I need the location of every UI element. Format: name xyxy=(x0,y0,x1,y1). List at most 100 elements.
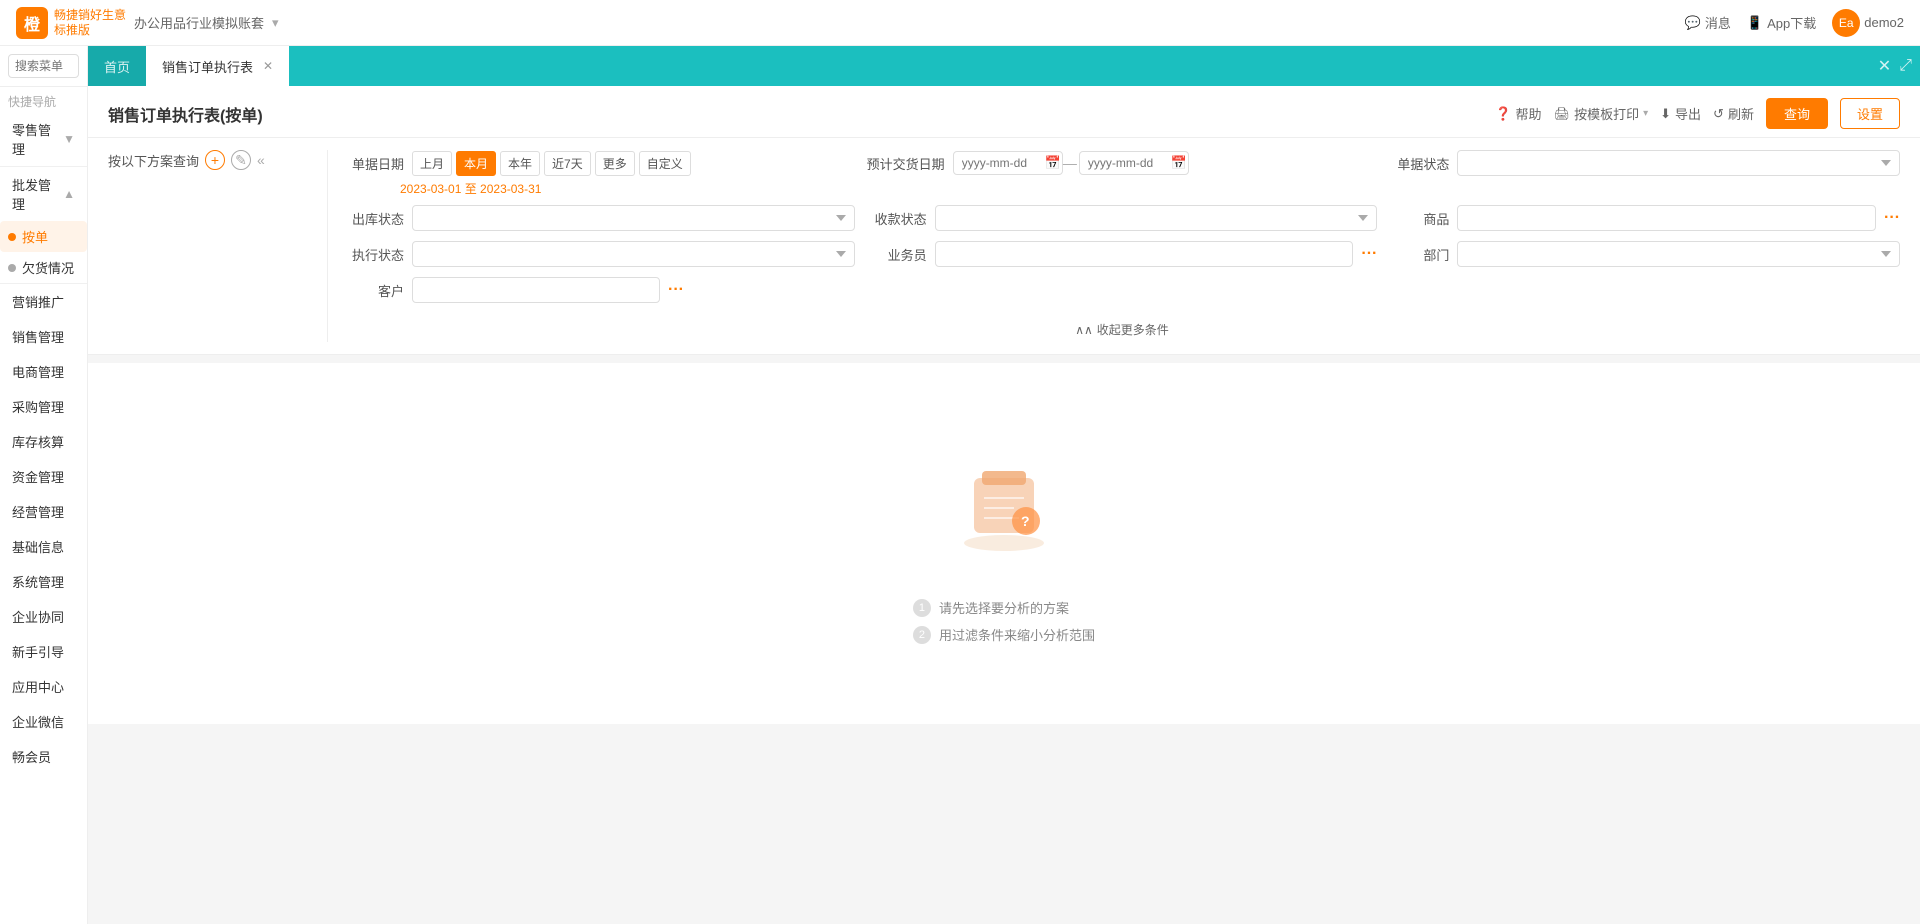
salesperson-more-button[interactable]: ··· xyxy=(1361,245,1377,263)
sidebar-item-ecommerce[interactable]: 电商管理 xyxy=(0,354,87,389)
exec-status-select[interactable] xyxy=(412,241,855,267)
help-button[interactable]: ❓ 帮助 xyxy=(1495,104,1541,123)
sidebar-item-retail[interactable]: 零售管理 ▼ xyxy=(0,112,87,166)
page-header-actions: ❓ 帮助 🖨 按模板打印 ▾ ⬇ 导出 ↺ 刷新 xyxy=(1495,98,1900,129)
tab-minimize-button[interactable]: ✕ xyxy=(1878,56,1891,76)
sidebar-item-basics[interactable]: 基础信息 xyxy=(0,529,87,564)
expected-date-end-input[interactable] xyxy=(1079,151,1189,175)
customer-input[interactable] xyxy=(412,277,660,303)
settings-button[interactable]: 设置 xyxy=(1840,98,1900,129)
refresh-button[interactable]: ↺ 刷新 xyxy=(1713,104,1754,123)
hint-number-1: 1 xyxy=(913,599,931,617)
top-header: 橙 畅捷销好生意 标推版 办公用品行业模拟账套 ▾ 💬 消息 📱 App下载 E… xyxy=(0,0,1920,46)
add-scheme-button[interactable]: + xyxy=(205,150,225,170)
goods-input[interactable] xyxy=(1457,205,1876,231)
sidebar-item-apps[interactable]: 应用中心 xyxy=(0,669,87,704)
date-btn-more[interactable]: 更多 xyxy=(595,151,635,176)
filter-field-salesperson: 业务员 ··· xyxy=(867,241,1378,267)
export-button[interactable]: ⬇ 导出 xyxy=(1660,104,1701,123)
filter-row-3: 执行状态 业务员 ··· 部门 xyxy=(344,241,1900,267)
edit-scheme-button[interactable]: ✎ xyxy=(231,150,251,170)
sidebar-sub-item-shortage[interactable]: 欠货情况 xyxy=(0,252,87,283)
date-btn-this-year[interactable]: 本年 xyxy=(500,151,540,176)
app-title-bar: 办公用品行业模拟账套 ▾ xyxy=(134,13,279,32)
query-button[interactable]: 查询 xyxy=(1766,98,1828,129)
sidebar-item-operations[interactable]: 经营管理 xyxy=(0,494,87,529)
filter-field-customer: 客户 ··· xyxy=(344,277,684,303)
collapse-scheme-button[interactable]: « xyxy=(257,152,265,168)
sidebar-item-marketing[interactable]: 营销推广 xyxy=(0,284,87,319)
empty-hint-1: 1 请先选择要分析的方案 xyxy=(913,598,1095,617)
dept-select[interactable] xyxy=(1457,241,1900,267)
date-btn-custom[interactable]: 自定义 xyxy=(639,151,691,176)
sidebar-item-inventory[interactable]: 库存核算 xyxy=(0,424,87,459)
sidebar-item-members[interactable]: 畅会员 xyxy=(0,739,87,774)
message-button[interactable]: 💬 消息 xyxy=(1685,13,1731,32)
out-status-select[interactable] xyxy=(412,205,855,231)
sidebar-item-finance[interactable]: 资金管理 xyxy=(0,459,87,494)
content-area: 首页 销售订单执行表 ✕ ✕ ⤢ 销售订单执行表(按单) ❓ 帮助 xyxy=(88,46,1920,924)
print-dropdown-icon: ▾ xyxy=(1643,108,1648,119)
sidebar-search-input[interactable] xyxy=(8,54,79,78)
filter-field-status: 单据状态 xyxy=(1389,150,1900,176)
filter-row-2: 出库状态 收款状态 商品 xyxy=(344,205,1900,231)
empty-hints: 1 请先选择要分析的方案 2 用过滤条件来缩小分析范围 xyxy=(913,598,1095,644)
collect-status-label: 收款状态 xyxy=(867,209,927,228)
customer-more-button[interactable]: ··· xyxy=(668,281,684,299)
filter-field-expected-date: 预计交货日期 📅 — 📅 xyxy=(867,151,1378,175)
date-quick-buttons: 上月 本月 本年 近7天 更多 自定义 xyxy=(412,151,691,176)
logo-area: 橙 畅捷销好生意 标推版 xyxy=(16,7,126,39)
sidebar-item-purchase[interactable]: 采购管理 xyxy=(0,389,87,424)
filter-scheme-panel: 按以下方案查询 + ✎ « xyxy=(108,150,328,342)
sidebar-search-area xyxy=(0,46,87,87)
app-download-icon: 📱 xyxy=(1747,15,1763,31)
tab-home-label: 首页 xyxy=(104,57,130,76)
filter-scheme-header: 按以下方案查询 + ✎ « xyxy=(108,150,315,170)
filter-field-goods: 商品 ··· xyxy=(1389,205,1900,231)
salesperson-label: 业务员 xyxy=(867,245,927,264)
filter-row-4: 客户 ··· xyxy=(344,277,1900,303)
sidebar-item-retail-label: 零售管理 xyxy=(12,120,63,158)
sidebar-item-wholesale-label: 批发管理 xyxy=(12,175,63,213)
app-download-button[interactable]: 📱 App下载 xyxy=(1747,13,1816,32)
goods-more-button[interactable]: ··· xyxy=(1884,209,1900,227)
header-right: 💬 消息 📱 App下载 Ea demo2 xyxy=(1685,9,1904,37)
sidebar-item-enterprise[interactable]: 企业协同 xyxy=(0,599,87,634)
sidebar-item-wechat[interactable]: 企业微信 xyxy=(0,704,87,739)
print-icon: 🖨 xyxy=(1554,106,1571,122)
collapse-more-button[interactable]: ∧∧ 收起更多条件 xyxy=(344,313,1900,342)
tab-sales-order[interactable]: 销售订单执行表 ✕ xyxy=(146,46,289,86)
print-button[interactable]: 🖨 按模板打印 ▾ xyxy=(1554,104,1649,123)
inactive-dot-icon xyxy=(8,264,16,272)
sidebar-item-newbie[interactable]: 新手引导 xyxy=(0,634,87,669)
filter-field-collect-status: 收款状态 xyxy=(867,205,1378,231)
out-status-label: 出库状态 xyxy=(344,209,404,228)
sidebar-item-system[interactable]: 系统管理 xyxy=(0,564,87,599)
sidebar-sub-item-order[interactable]: 按单 xyxy=(0,221,87,252)
salesperson-input[interactable] xyxy=(935,241,1354,267)
date-btn-last-month[interactable]: 上月 xyxy=(412,151,452,176)
status-select[interactable] xyxy=(1457,150,1900,176)
page-content: 销售订单执行表(按单) ❓ 帮助 🖨 按模板打印 ▾ ⬇ 导出 xyxy=(88,86,1920,924)
sidebar-item-sales[interactable]: 销售管理 xyxy=(0,319,87,354)
date-label: 单据日期 xyxy=(344,154,404,173)
hint-number-2: 2 xyxy=(913,626,931,644)
expected-date-start-input[interactable] xyxy=(953,151,1063,175)
date-separator: — xyxy=(1063,155,1077,171)
tab-home[interactable]: 首页 xyxy=(88,46,146,86)
date-btn-this-month[interactable]: 本月 xyxy=(456,151,496,176)
customer-label: 客户 xyxy=(344,281,404,300)
user-menu[interactable]: Ea demo2 xyxy=(1832,9,1904,37)
filter-fields: 单据日期 上月 本月 本年 近7天 更多 自定义 xyxy=(328,150,1900,342)
expected-date-label: 预计交货日期 xyxy=(867,154,945,173)
tab-expand-button[interactable]: ⤢ xyxy=(1899,57,1912,75)
tab-close-icon[interactable]: ✕ xyxy=(263,59,273,73)
logo-text: 畅捷销好生意 标推版 xyxy=(54,8,126,37)
date-range-display: 2023-03-01 至 2023-03-31 xyxy=(400,180,1900,197)
page-header: 销售订单执行表(按单) ❓ 帮助 🖨 按模板打印 ▾ ⬇ 导出 xyxy=(88,86,1920,138)
collect-status-select[interactable] xyxy=(935,205,1378,231)
app-title-dropdown-icon[interactable]: ▾ xyxy=(272,15,279,31)
sidebar-group-retail: 零售管理 ▼ xyxy=(0,112,87,167)
date-btn-7days[interactable]: 近7天 xyxy=(544,151,591,176)
sidebar-item-wholesale[interactable]: 批发管理 ▲ xyxy=(0,167,87,221)
